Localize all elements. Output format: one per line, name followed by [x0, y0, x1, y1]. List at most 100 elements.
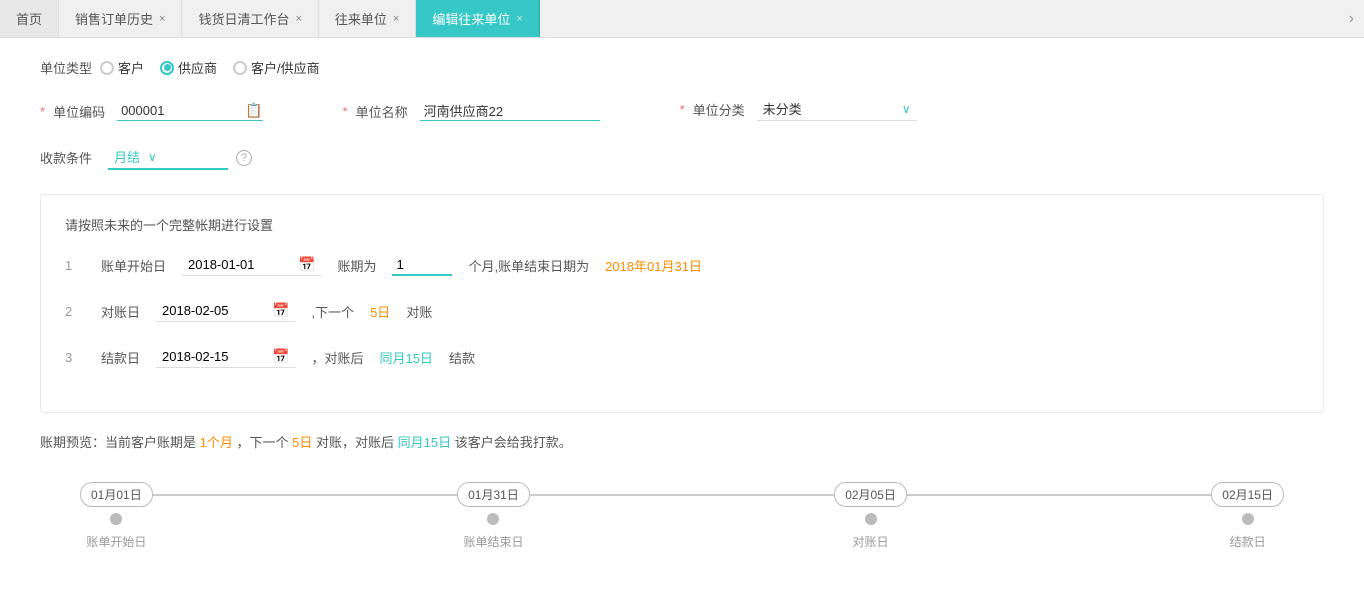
- unit-name-required: *: [343, 104, 348, 119]
- preview-text: 账期预览：当前客户账期是 1个月 ，下一个 5日 对账，对账后 同月15日 该客…: [40, 433, 1324, 454]
- payment-condition-select[interactable]: 月结 ∨: [108, 145, 228, 170]
- preview-part3: 同月15日: [398, 435, 451, 450]
- step-2: 2: [65, 304, 85, 319]
- step-1-label: 账单开始日: [101, 256, 166, 275]
- preview-part2: 5日: [292, 435, 312, 450]
- main-content: 单位类型 客户 供应商 客户/供应商 * 单位编码: [0, 38, 1364, 608]
- tab-edit-partner-close[interactable]: ×: [516, 13, 522, 25]
- timeline-node-4: 02月15日 结款日: [1211, 482, 1284, 550]
- timeline-date-4: 02月15日: [1211, 482, 1284, 507]
- timeline-label-1: 账单开始日: [86, 533, 146, 550]
- timeline-date-1: 01月01日: [80, 482, 153, 507]
- radio-customer-label: 客户: [118, 58, 144, 77]
- unit-code-field: * 单位编码 📋: [40, 101, 263, 121]
- unit-code-input[interactable]: [117, 101, 237, 120]
- radio-supplier-label: 供应商: [178, 58, 217, 77]
- step-1-period-label: 账期为: [337, 256, 376, 275]
- step-3-suffix-highlight: 同月15日: [379, 348, 432, 367]
- unit-name-input-wrap: [420, 101, 600, 121]
- unit-code-label: 单位编码: [53, 102, 105, 121]
- setting-row-2: 2 对账日 📅 ,下一个 5日 对账: [65, 300, 1299, 322]
- tab-partner-label: 往来单位: [335, 9, 387, 28]
- help-icon[interactable]: ?: [236, 150, 252, 166]
- radio-supplier-circle: [160, 61, 174, 75]
- step-1-date-field[interactable]: [188, 257, 288, 272]
- setting-row-1: 1 账单开始日 📅 账期为 个月,账单结束日期为 2018年01月31日: [65, 254, 1299, 276]
- timeline-node-2: 01月31日 账单结束日: [457, 482, 530, 550]
- payment-condition-value: 月结: [114, 147, 140, 166]
- step-3-calendar-icon[interactable]: 📅: [272, 348, 289, 365]
- unit-name-input[interactable]: [420, 101, 600, 120]
- timeline-label-2: 账单结束日: [463, 533, 523, 550]
- tab-home-label: 首页: [16, 9, 42, 28]
- preview-part1: 1个月: [200, 435, 233, 450]
- unit-info-row: * 单位编码 📋 * 单位名称 * 单位分类 未分类 ∨: [40, 97, 1324, 121]
- step-3-suffix-post: 结款: [449, 348, 475, 367]
- step-2-suffix-pre: ,下一个: [311, 302, 354, 321]
- step-1-period-input[interactable]: [392, 255, 442, 274]
- tab-home[interactable]: 首页: [0, 0, 59, 37]
- tab-partner[interactable]: 往来单位 ×: [319, 0, 416, 37]
- unit-category-chevron: ∨: [902, 102, 911, 116]
- timeline-label-4: 结款日: [1230, 533, 1266, 550]
- copy-icon[interactable]: 📋: [245, 102, 262, 119]
- step-2-calendar-icon[interactable]: 📅: [272, 302, 289, 319]
- radio-supplier[interactable]: 供应商: [160, 58, 217, 77]
- step-3-date-field[interactable]: [162, 349, 262, 364]
- unit-category-required: *: [680, 102, 685, 117]
- unit-name-label: 单位名称: [356, 102, 408, 121]
- radio-customer-circle: [100, 61, 114, 75]
- tab-bar: 首页 销售订单历史 × 钱货日清工作台 × 往来单位 × 编辑往来单位 × ›: [0, 0, 1364, 38]
- step-1-period-unit: 个月,账单结束日期为: [468, 256, 589, 275]
- tab-edit-partner[interactable]: 编辑往来单位 ×: [416, 0, 539, 37]
- step-1-date-input: 📅: [182, 254, 321, 276]
- timeline-date-3: 02月05日: [834, 482, 907, 507]
- step-2-date-field[interactable]: [162, 303, 262, 318]
- radio-customer[interactable]: 客户: [100, 58, 144, 77]
- radio-both-label: 客户/供应商: [251, 58, 320, 77]
- unit-type-label: 单位类型: [40, 58, 92, 77]
- step-2-label: 对账日: [101, 302, 140, 321]
- step-1: 1: [65, 258, 85, 273]
- tab-sales-order[interactable]: 销售订单历史 ×: [59, 0, 182, 37]
- radio-supplier-inner: [164, 64, 171, 71]
- step-2-date-input: 📅: [156, 300, 295, 322]
- tab-sales-order-label: 销售订单历史: [75, 9, 153, 28]
- step-3-date-input: 📅: [156, 346, 295, 368]
- tab-cash-work-label: 钱货日清工作台: [198, 9, 289, 28]
- unit-type-row: 单位类型 客户 供应商 客户/供应商: [40, 58, 1324, 77]
- timeline-node-1: 01月01日 账单开始日: [80, 482, 153, 550]
- timeline-date-2: 01月31日: [457, 482, 530, 507]
- timeline-label-3: 对账日: [853, 533, 889, 550]
- radio-both[interactable]: 客户/供应商: [233, 58, 320, 77]
- help-text: ?: [241, 152, 247, 164]
- preview-suffix: 该客户会给我打款。: [455, 435, 572, 450]
- unit-code-input-wrap: 📋: [117, 101, 262, 121]
- settings-title: 请按照未来的一个完整帐期进行设置: [65, 215, 1299, 234]
- payment-condition-label: 收款条件: [40, 148, 92, 167]
- tab-sales-order-close[interactable]: ×: [159, 13, 165, 25]
- preview-prefix: 账期预览：当前客户账期是: [40, 435, 196, 450]
- step-3: 3: [65, 350, 85, 365]
- unit-category-value: 未分类: [763, 99, 894, 118]
- tab-cash-work-close[interactable]: ×: [295, 13, 301, 25]
- payment-condition-row: 收款条件 月结 ∨ ?: [40, 145, 1324, 170]
- timeline-wrapper: 01月01日 账单开始日 01月31日 账单结束日: [40, 474, 1324, 580]
- unit-code-required: *: [40, 104, 45, 119]
- payment-condition-chevron: ∨: [148, 150, 157, 164]
- tab-edit-partner-label: 编辑往来单位: [432, 9, 510, 28]
- tab-partner-close[interactable]: ×: [393, 13, 399, 25]
- preview-post1: ，下一个: [237, 435, 289, 450]
- step-1-period-end: 2018年01月31日: [605, 256, 702, 275]
- radio-both-circle: [233, 61, 247, 75]
- step-3-suffix-pre: ，对账后: [311, 348, 363, 367]
- tab-cash-work[interactable]: 钱货日清工作台 ×: [182, 0, 318, 37]
- preview-post2: 对账，对账后: [316, 435, 394, 450]
- unit-category-select[interactable]: 未分类 ∨: [757, 97, 917, 121]
- tab-more-button[interactable]: ›: [1339, 0, 1364, 37]
- unit-name-field: * 单位名称: [343, 101, 600, 121]
- setting-row-3: 3 结款日 📅 ，对账后 同月15日 结款: [65, 346, 1299, 368]
- step-1-calendar-icon[interactable]: 📅: [298, 256, 315, 273]
- settings-box: 请按照未来的一个完整帐期进行设置 1 账单开始日 📅 账期为 个月,账单结束日期…: [40, 194, 1324, 413]
- step-2-suffix-highlight: 5日: [370, 302, 390, 321]
